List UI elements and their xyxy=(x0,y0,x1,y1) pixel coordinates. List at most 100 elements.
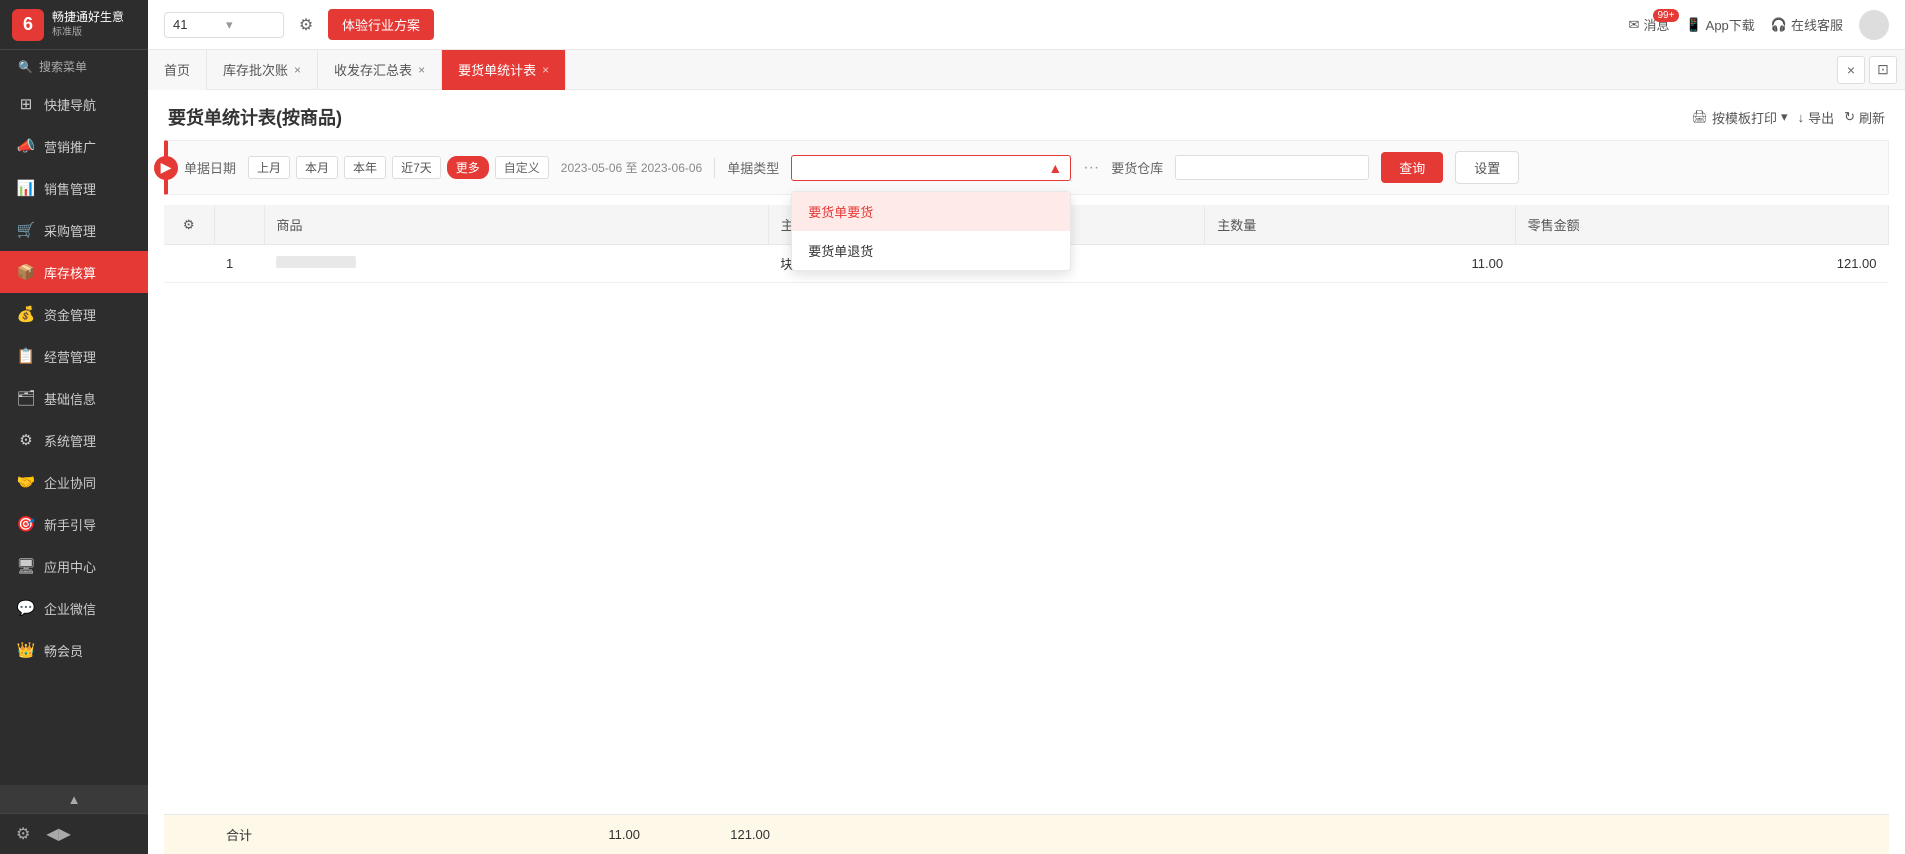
sidebar-item-purchase[interactable]: 🛒 采购管理 xyxy=(0,209,148,251)
sidebar-icon-inventory: 📦 xyxy=(16,262,36,282)
row-sale-amount: 121.00 xyxy=(1515,245,1888,283)
sidebar: 6 畅捷通好生意 标准版 🔍 搜索菜单 ⊞ 快捷导航 📣 营销推广 📊 销售管理… xyxy=(0,0,148,854)
print-dropdown-arrow: ▾ xyxy=(1781,109,1788,125)
service-label: 在线客服 xyxy=(1791,15,1843,34)
company-dropdown-arrow: ▾ xyxy=(226,17,275,33)
col-index xyxy=(214,205,264,245)
tabs-right-controls: × ⊡ xyxy=(1837,56,1905,84)
filter-more-dots[interactable]: ··· xyxy=(1083,159,1099,177)
settings-icon[interactable]: ⚙ xyxy=(16,824,30,844)
set-button[interactable]: 设置 xyxy=(1455,151,1519,184)
date-btn-custom[interactable]: 自定义 xyxy=(495,156,549,179)
tab-inventory-batch-close[interactable]: × xyxy=(294,63,301,77)
logo-name: 畅捷通好生意 xyxy=(52,10,124,26)
sidebar-label-enterprise: 企业协同 xyxy=(44,473,96,492)
sidebar-item-marketing[interactable]: 📣 营销推广 xyxy=(0,125,148,167)
date-btn-more[interactable]: 更多 xyxy=(447,156,489,179)
sidebar-label-inventory: 库存核算 xyxy=(44,263,96,282)
date-shortcuts: 上月 本月 本年 近7天 更多 自定义 xyxy=(248,156,549,179)
sidebar-item-inventory[interactable]: 📦 库存核算 xyxy=(0,251,148,293)
sidebar-nav: ⊞ 快捷导航 📣 营销推广 📊 销售管理 🛒 采购管理 📦 库存核算 💰 资金管… xyxy=(0,83,148,785)
online-service-button[interactable]: 🎧 在线客服 xyxy=(1771,15,1843,34)
print-icon: 🖨 xyxy=(1692,109,1709,125)
warehouse-input[interactable] xyxy=(1184,160,1360,175)
message-badge: 99+ xyxy=(1653,9,1680,22)
date-btn-this-year[interactable]: 本年 xyxy=(344,156,386,179)
type-input[interactable] xyxy=(800,160,1048,175)
tab-inventory-batch[interactable]: 库存批次账 × xyxy=(207,50,318,90)
sidebar-item-wechat[interactable]: 💬 企业微信 xyxy=(0,587,148,629)
tab-receipt-summary-close[interactable]: × xyxy=(418,63,425,77)
sidebar-item-sales[interactable]: 📊 销售管理 xyxy=(0,167,148,209)
row-settings-cell xyxy=(164,245,214,283)
sidebar-icon-marketing: 📣 xyxy=(16,136,36,156)
date-btn-last-month[interactable]: 上月 xyxy=(248,156,290,179)
query-button[interactable]: 查询 xyxy=(1381,152,1443,183)
sidebar-item-basic[interactable]: 🗂 基础信息 xyxy=(0,377,148,419)
col-settings[interactable]: ⚙ xyxy=(164,205,214,245)
settings-icon[interactable]: ⚙ xyxy=(292,11,320,39)
refresh-label: 刷新 xyxy=(1859,108,1885,127)
topbar-right: ✉ 消息 99+ 📱 App下载 🎧 在线客服 xyxy=(1629,10,1889,40)
sidebar-item-app-center[interactable]: 🖥 应用中心 xyxy=(0,545,148,587)
warehouse-select[interactable] xyxy=(1175,155,1369,180)
sidebar-search[interactable]: 🔍 搜索菜单 xyxy=(0,50,148,83)
export-icon: ↓ xyxy=(1798,110,1805,125)
logo-icon: 6 xyxy=(12,9,44,41)
collapse-icon[interactable]: ◀▶ xyxy=(46,824,71,844)
main-content: 41 ▾ ⚙ 体验行业方案 ✉ 消息 99+ 📱 App下载 🎧 在线客服 xyxy=(148,0,1905,854)
search-icon: 🔍 xyxy=(18,60,33,74)
user-avatar[interactable] xyxy=(1859,10,1889,40)
app-download-icon: 📱 xyxy=(1685,17,1701,33)
warehouse-filter-label: 要货仓库 xyxy=(1111,158,1163,177)
row-index: 1 xyxy=(214,245,264,283)
app-download-button[interactable]: 📱 App下载 xyxy=(1685,15,1754,34)
sidebar-item-enterprise[interactable]: 🤝 企业协同 xyxy=(0,461,148,503)
tab-home-label: 首页 xyxy=(164,60,190,79)
tab-home[interactable]: 首页 xyxy=(148,50,207,90)
sidebar-item-operation[interactable]: 📋 经营管理 xyxy=(0,335,148,377)
sidebar-label-guide: 新手引导 xyxy=(44,515,96,534)
print-button[interactable]: 🖨 按模板打印 ▾ xyxy=(1692,108,1788,127)
refresh-button[interactable]: ↻ 刷新 xyxy=(1844,108,1885,127)
date-btn-last-7-days[interactable]: 近7天 xyxy=(392,156,441,179)
sidebar-label-sales: 销售管理 xyxy=(44,179,96,198)
expand-tab-button[interactable]: ⊡ xyxy=(1869,56,1897,84)
tab-requisition-stat-close[interactable]: × xyxy=(542,63,549,77)
sidebar-label-finance: 资金管理 xyxy=(44,305,96,324)
tab-receipt-summary[interactable]: 收发存汇总表 × xyxy=(318,50,442,90)
tab-requisition-stat[interactable]: 要货单统计表 × xyxy=(442,50,566,90)
sidebar-icon-purchase: 🛒 xyxy=(16,220,36,240)
company-select[interactable]: 41 ▾ xyxy=(164,12,284,38)
trial-button[interactable]: 体验行业方案 xyxy=(328,9,434,40)
topbar: 41 ▾ ⚙ 体验行业方案 ✉ 消息 99+ 📱 App下载 🎧 在线客服 xyxy=(148,0,1905,50)
sidebar-scroll-up[interactable]: ▲ xyxy=(0,785,148,813)
type-select[interactable]: ▲ xyxy=(791,155,1071,181)
print-label: 按模板打印 xyxy=(1712,108,1777,127)
dropdown-item-requisition-return[interactable]: 要货单退货 xyxy=(792,231,1070,270)
export-button[interactable]: ↓ 导出 xyxy=(1798,108,1835,127)
sidebar-item-guide[interactable]: 🎯 新手引导 xyxy=(0,503,148,545)
sidebar-label-quick-nav: 快捷导航 xyxy=(44,95,96,114)
dropdown-item-requisition-order[interactable]: 要货单要货 xyxy=(792,192,1070,231)
sidebar-item-quick-nav[interactable]: ⊞ 快捷导航 xyxy=(0,83,148,125)
tab-requisition-stat-label: 要货单统计表 xyxy=(458,60,536,79)
page-content: 要货单统计表(按商品) 🖨 按模板打印 ▾ ↓ 导出 ↻ 刷新 ▶ xyxy=(148,90,1905,854)
sidebar-icon-app-center: 🖥 xyxy=(16,556,36,576)
logo-sub: 标准版 xyxy=(52,26,124,39)
date-btn-this-month[interactable]: 本月 xyxy=(296,156,338,179)
close-tab-button[interactable]: × xyxy=(1837,56,1865,84)
refresh-icon: ↻ xyxy=(1844,109,1855,125)
sidebar-item-system[interactable]: ⚙ 系统管理 xyxy=(0,419,148,461)
sidebar-item-finance[interactable]: 💰 资金管理 xyxy=(0,293,148,335)
sidebar-search-label: 搜索菜单 xyxy=(39,58,87,75)
sidebar-icon-wechat: 💬 xyxy=(16,598,36,618)
type-select-up-arrow[interactable]: ▲ xyxy=(1048,160,1062,176)
sidebar-label-purchase: 采购管理 xyxy=(44,221,96,240)
sidebar-icon-finance: 💰 xyxy=(16,304,36,324)
sidebar-item-vip[interactable]: 👑 畅会员 xyxy=(0,629,148,671)
messages-button[interactable]: ✉ 消息 99+ xyxy=(1629,15,1670,34)
sidebar-label-app-center: 应用中心 xyxy=(44,557,96,576)
filter-expand-button[interactable]: ▶ xyxy=(154,156,178,180)
col-main-qty: 主数量 xyxy=(1205,205,1515,245)
